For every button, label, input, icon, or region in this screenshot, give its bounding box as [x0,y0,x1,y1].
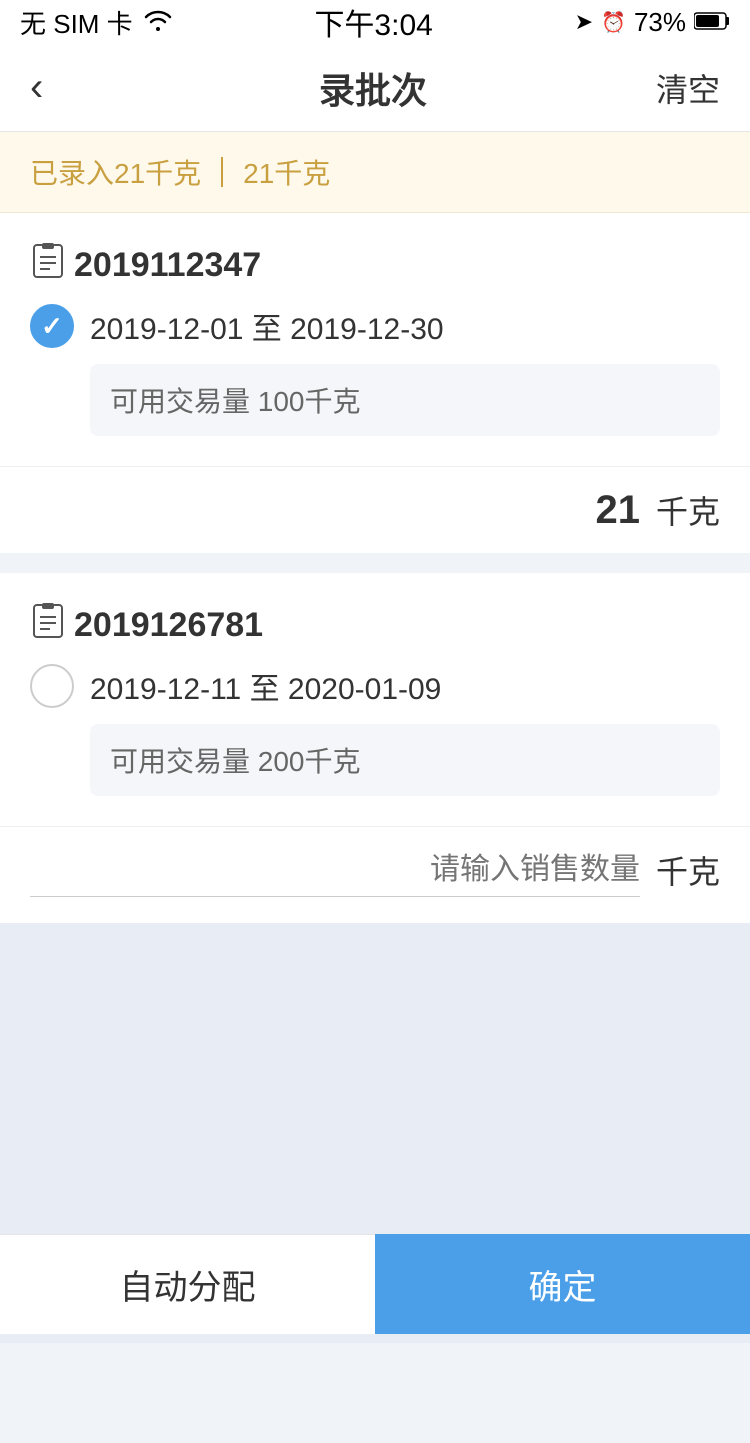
batch-2-icon [30,603,66,648]
batch-1-date-row: 2019-12-01 至 2019-12-30 [30,304,720,348]
batch-1-quantity-value: 21 [595,488,640,533]
nav-bar: ‹ 录批次 清空 [0,44,750,132]
batch-2-date-row: 2019-12-11 至 2020-01-09 [30,664,720,708]
info-banner: 已录入21千克 21千克 [0,132,750,213]
recorded-label: 已录入21千克 [30,152,201,192]
batch-card-1: 2019112347 2019-12-01 至 2019-12-30 可用交易量… [0,213,750,466]
batch-2-header: 2019126781 [30,603,720,648]
batch-1-checkbox[interactable] [30,304,74,348]
batch-2-input-wrap [30,853,640,887]
status-bar-time: 下午3:04 [314,0,432,44]
auto-distribute-button[interactable]: 自动分配 [0,1234,375,1334]
banner-divider [221,157,223,187]
batch-1-unit: 千克 [656,487,720,533]
status-bar-left: 无 SIM 卡 [20,4,173,41]
back-button[interactable]: ‹ [30,65,90,110]
bottom-bar: 自动分配 确定 [0,1234,750,1334]
amount-label: 21千克 [243,152,330,192]
batch-1-available: 可用交易量 100千克 [90,364,720,436]
batch-card-2: 2019126781 2019-12-11 至 2020-01-09 可用交易量… [0,573,750,826]
batch-2-unit: 千克 [656,847,720,893]
sim-status: 无 SIM 卡 [20,4,133,41]
batch-2-date: 2019-12-11 至 2020-01-09 [90,664,441,708]
location-icon: ➤ [575,9,593,35]
page-title: 录批次 [319,62,427,114]
confirm-button[interactable]: 确定 [375,1234,750,1334]
batch-2-quantity-input[interactable] [30,853,640,887]
batch-1-icon [30,243,66,288]
status-bar: 无 SIM 卡 下午3:04 ➤ ⏰ 73% [0,0,750,44]
batch-1-date: 2019-12-01 至 2019-12-30 [90,304,444,348]
batch-2-quantity-row: 千克 [0,826,750,923]
batch-2-checkbox[interactable] [30,664,74,708]
battery-level: 73% [634,7,686,38]
section-divider [0,553,750,573]
wifi-icon [143,7,173,38]
batch-1-quantity-row: 21 千克 [0,466,750,553]
clear-button[interactable]: 清空 [656,65,720,111]
battery-icon [694,7,730,38]
batch-1-header: 2019112347 [30,243,720,288]
batch-2-available: 可用交易量 200千克 [90,724,720,796]
batch-1-number: 2019112347 [74,246,261,285]
alarm-icon: ⏰ [601,10,626,35]
status-bar-right: ➤ ⏰ 73% [575,7,730,38]
batch-2-number: 2019126781 [74,606,263,645]
